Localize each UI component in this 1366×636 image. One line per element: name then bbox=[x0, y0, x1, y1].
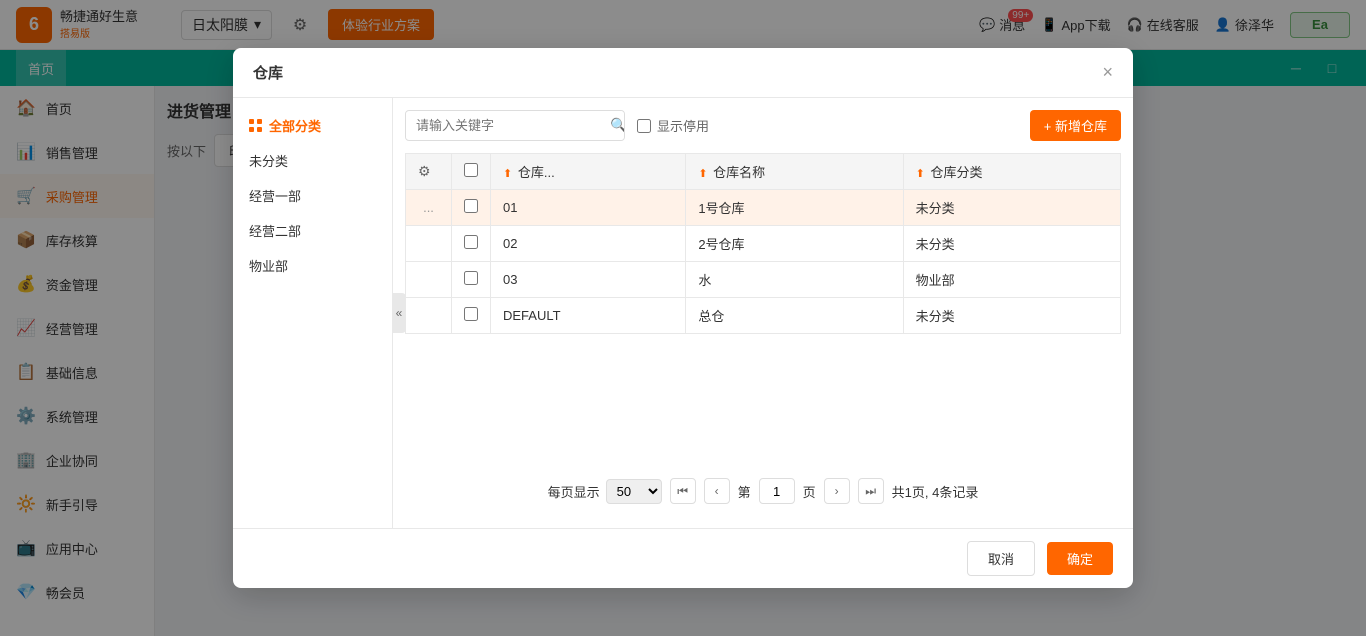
table-row[interactable]: DEFAULT 总仓 未分类 bbox=[406, 298, 1121, 334]
row-settings: ... bbox=[406, 190, 452, 226]
per-page-label: 每页显示 bbox=[548, 482, 600, 501]
sort-icon: ⬆ bbox=[503, 168, 512, 180]
table-settings-icon[interactable]: ⚙ bbox=[418, 163, 431, 179]
warehouse-table: ⚙ ⬆ 仓库... ⬆ 仓库名称 bbox=[405, 153, 1121, 334]
table-row[interactable]: 03 水 物业部 bbox=[406, 262, 1121, 298]
category-item-3[interactable]: 物业部 bbox=[233, 248, 392, 283]
sort-icon-2: ⬆ bbox=[698, 168, 707, 180]
row-name: 总仓 bbox=[686, 298, 903, 334]
show-disabled-checkbox[interactable] bbox=[637, 119, 651, 133]
row-action-dots[interactable]: ... bbox=[423, 200, 434, 215]
row-checkbox-cell bbox=[452, 190, 491, 226]
category-item-2[interactable]: 经营二部 bbox=[233, 213, 392, 248]
page-number-input[interactable] bbox=[759, 478, 795, 504]
page-label: 第 bbox=[738, 482, 751, 501]
per-page-select[interactable]: 50 10 20 100 bbox=[606, 479, 662, 504]
per-page-group: 每页显示 50 10 20 100 bbox=[548, 479, 662, 504]
row-code: 02 bbox=[491, 226, 686, 262]
row-checkbox-cell bbox=[452, 298, 491, 334]
th-checkbox bbox=[452, 154, 491, 190]
warehouse-modal: 仓库 × 全部分类 未分类 经营一部 经营二部 物业部 « bbox=[233, 48, 1133, 588]
th-category: ⬆ 仓库分类 bbox=[903, 154, 1120, 190]
first-page-button[interactable]: ⏮ bbox=[670, 478, 696, 504]
row-name: 水 bbox=[686, 262, 903, 298]
search-box: 🔍 bbox=[405, 110, 625, 141]
sort-icon-3: ⬆ bbox=[916, 168, 925, 180]
table-row[interactable]: 02 2号仓库 未分类 bbox=[406, 226, 1121, 262]
th-settings: ⚙ bbox=[406, 154, 452, 190]
cancel-button[interactable]: 取消 bbox=[967, 541, 1035, 576]
modal-close-button[interactable]: × bbox=[1102, 62, 1113, 83]
row-category: 未分类 bbox=[903, 298, 1120, 334]
category-collapse-button[interactable]: « bbox=[392, 293, 406, 333]
category-all[interactable]: 全部分类 bbox=[233, 108, 392, 143]
table-area: 🔍 显示停用 + 新增仓库 ⚙ bbox=[393, 98, 1133, 528]
category-item-0[interactable]: 未分类 bbox=[233, 143, 392, 178]
row-checkbox-cell bbox=[452, 262, 491, 298]
row-category: 物业部 bbox=[903, 262, 1120, 298]
pagination: 每页显示 50 10 20 100 ⏮ ‹ 第 页 › ⏭ 共1页, 4条记录 bbox=[405, 466, 1121, 516]
next-page-button[interactable]: › bbox=[824, 478, 850, 504]
search-button[interactable]: 🔍 bbox=[602, 111, 625, 140]
row-name: 1号仓库 bbox=[686, 190, 903, 226]
confirm-button[interactable]: 确定 bbox=[1047, 542, 1113, 575]
row-settings bbox=[406, 226, 452, 262]
row-settings bbox=[406, 262, 452, 298]
add-warehouse-button[interactable]: + 新增仓库 bbox=[1030, 110, 1121, 141]
th-num: ⬆ 仓库... bbox=[491, 154, 686, 190]
page-unit: 页 bbox=[803, 482, 816, 501]
th-name: ⬆ 仓库名称 bbox=[686, 154, 903, 190]
row-checkbox-1[interactable] bbox=[464, 235, 478, 249]
show-disabled-area: 显示停用 bbox=[637, 116, 709, 135]
prev-page-button[interactable]: ‹ bbox=[704, 478, 730, 504]
table-toolbar: 🔍 显示停用 + 新增仓库 bbox=[405, 110, 1121, 141]
row-name: 2号仓库 bbox=[686, 226, 903, 262]
row-code: 01 bbox=[491, 190, 686, 226]
row-code: 03 bbox=[491, 262, 686, 298]
modal-body: 全部分类 未分类 经营一部 经营二部 物业部 « 🔍 显示停用 bbox=[233, 98, 1133, 528]
category-item-1[interactable]: 经营一部 bbox=[233, 178, 392, 213]
row-category: 未分类 bbox=[903, 226, 1120, 262]
show-disabled-label: 显示停用 bbox=[657, 116, 709, 135]
row-checkbox-0[interactable] bbox=[464, 199, 478, 213]
row-settings bbox=[406, 298, 452, 334]
select-all-checkbox[interactable] bbox=[464, 163, 478, 177]
modal-header: 仓库 × bbox=[233, 48, 1133, 98]
search-input[interactable] bbox=[406, 112, 602, 139]
row-checkbox-3[interactable] bbox=[464, 307, 478, 321]
grid-icon bbox=[249, 119, 263, 133]
last-page-button[interactable]: ⏭ bbox=[858, 478, 884, 504]
row-code: DEFAULT bbox=[491, 298, 686, 334]
modal-footer: 取消 确定 bbox=[233, 528, 1133, 588]
category-sidebar: 全部分类 未分类 经营一部 经营二部 物业部 « bbox=[233, 98, 393, 528]
row-checkbox-2[interactable] bbox=[464, 271, 478, 285]
row-category: 未分类 bbox=[903, 190, 1120, 226]
table-row[interactable]: ... 01 1号仓库 未分类 bbox=[406, 190, 1121, 226]
page-summary: 共1页, 4条记录 bbox=[892, 482, 979, 501]
row-checkbox-cell bbox=[452, 226, 491, 262]
modal-title: 仓库 bbox=[253, 62, 283, 83]
